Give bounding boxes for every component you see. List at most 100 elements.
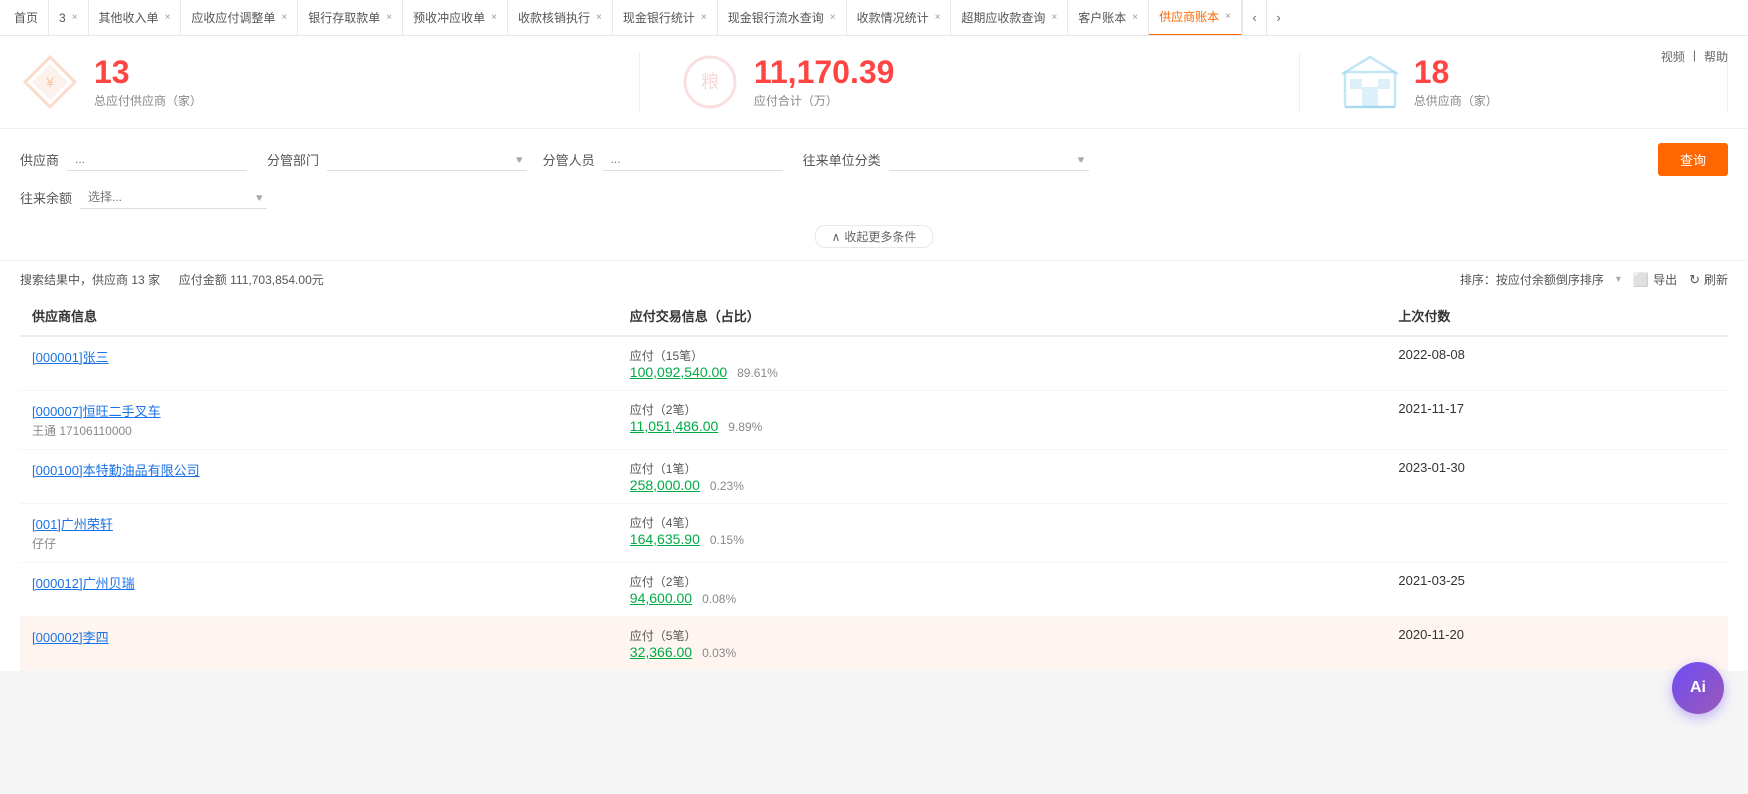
amount-prefix: [163, 273, 175, 287]
close-icon[interactable]: ×: [935, 12, 941, 23]
filter-item-supplier: 供应商: [20, 148, 247, 171]
close-icon[interactable]: ×: [72, 12, 78, 23]
help-link[interactable]: 帮助: [1704, 48, 1728, 65]
supplier-link-3[interactable]: [001]广州荣轩: [32, 517, 113, 532]
supplier-link-4[interactable]: [000012]广州贝瑞: [32, 576, 135, 591]
cell-supplier-2: [000100]本特勤油品有限公司: [20, 450, 618, 504]
amount-link-5[interactable]: 32,366.00: [630, 644, 692, 660]
col-last-pay: 上次付数: [1386, 296, 1728, 336]
ai-fab-label: Ai: [1690, 679, 1706, 697]
nav-tab-customer-ledger[interactable]: 客户账本 ×: [1068, 0, 1149, 36]
close-icon[interactable]: ×: [281, 12, 287, 23]
table-row: [001]广州荣轩仔仔应付（4笔）164,635.900.15%: [20, 504, 1728, 563]
result-info: 搜索结果中，供应商 13 家 应付金额 111,703,854.00元: [20, 271, 324, 288]
amount-link-0[interactable]: 100,092,540.00: [630, 364, 727, 380]
nav-tab-overdue-ar[interactable]: 超期应收款查询 ×: [951, 0, 1068, 36]
nav-tab-3[interactable]: 3 ×: [49, 0, 89, 36]
svg-text:¥: ¥: [45, 74, 54, 90]
close-icon[interactable]: ×: [165, 12, 171, 23]
cell-supplier-0: [000001]张三: [20, 336, 618, 391]
cell-last-pay-2: 2023-01-30: [1386, 450, 1728, 504]
cell-tx-0: 应付（15笔）100,092,540.0089.61%: [618, 336, 1387, 391]
supplier-input[interactable]: [67, 148, 247, 171]
supplier-link-5[interactable]: [000002]李四: [32, 630, 109, 645]
collapse-bar: ∧ 收起更多条件: [20, 219, 1728, 250]
nav-tab-supplier-ledger[interactable]: 供应商账本 ×: [1149, 0, 1242, 36]
collapse-button[interactable]: ∧ 收起更多条件: [815, 225, 934, 248]
supplier-link-1[interactable]: [000007]恒旺二手叉车: [32, 404, 161, 419]
nav-tab-bank-deposit[interactable]: 银行存取款单 ×: [298, 0, 403, 36]
ai-fab-button[interactable]: Ai: [1672, 662, 1724, 714]
tx-label-5: 应付（5笔）: [630, 627, 1375, 644]
cell-supplier-4: [000012]广州贝瑞: [20, 563, 618, 617]
nav-tab-collection-verify-label: 收款核销执行: [518, 9, 590, 26]
refresh-icon: ↻: [1689, 272, 1700, 288]
refresh-button[interactable]: ↻ 刷新: [1689, 271, 1728, 288]
nav-tab-prepay-ar[interactable]: 预收冲应收单 ×: [403, 0, 508, 36]
person-filter-label: 分管人员: [543, 150, 595, 169]
stat-card-amount: 粮 11,170.39 应付合计（万）: [640, 52, 1300, 112]
nav-tab-home[interactable]: 首页: [4, 0, 49, 36]
dept-select[interactable]: [327, 148, 527, 171]
balance-select[interactable]: [80, 186, 267, 209]
close-icon[interactable]: ×: [701, 12, 707, 23]
nav-tab-cash-bank-flow[interactable]: 现金银行流水查询 ×: [718, 0, 847, 36]
balance-select-wrap: [80, 186, 267, 209]
stat-number-total-suppliers: 18: [1414, 56, 1498, 88]
amount-link-2[interactable]: 258,000.00: [630, 477, 700, 493]
query-button[interactable]: 查询: [1658, 143, 1728, 176]
supplier-filter-label: 供应商: [20, 150, 59, 169]
supplier-link-0[interactable]: [000001]张三: [32, 350, 109, 365]
nav-tab-collection-verify[interactable]: 收款核销执行 ×: [508, 0, 613, 36]
top-nav: 首页 3 × 其他收入单 × 应收应付调整单 × 银行存取款单 × 预收冲应收单…: [0, 0, 1748, 36]
supplier-sub-1: 王通 17106110000: [32, 422, 606, 439]
nav-tab-cash-bank-stat[interactable]: 现金银行统计 ×: [613, 0, 718, 36]
close-icon[interactable]: ×: [1132, 12, 1138, 23]
stat-info-amount: 11,170.39 应付合计（万）: [754, 56, 895, 109]
close-icon[interactable]: ×: [1225, 11, 1231, 22]
close-icon[interactable]: ×: [491, 12, 497, 23]
nav-tab-collection-stat[interactable]: 收款情况统计 ×: [847, 0, 952, 36]
percent-5: 0.03%: [702, 646, 736, 660]
nav-tab-customer-ledger-label: 客户账本: [1078, 9, 1126, 26]
nav-tab-bank-deposit-label: 银行存取款单: [308, 9, 380, 26]
table-row: [000007]恒旺二手叉车王通 17106110000 应付（2笔）11,051…: [20, 391, 1728, 450]
col-supplier-info: 供应商信息: [20, 296, 618, 336]
supplier-link-2[interactable]: [000100]本特勤油品有限公司: [32, 463, 200, 478]
tx-label-1: 应付（2笔）: [630, 401, 1375, 418]
collapse-button-label: 收起更多条件: [844, 228, 916, 245]
nav-tab-ar-ap-adjust[interactable]: 应收应付调整单 ×: [181, 0, 298, 36]
amount-link-4[interactable]: 94,600.00: [630, 590, 692, 606]
filter-item-person: 分管人员: [543, 148, 783, 171]
close-icon[interactable]: ×: [830, 12, 836, 23]
stats-row: ¥ 13 总应付供应商（家） 粮 11,170.39 应付合计（万） 18 总供…: [0, 36, 1748, 129]
close-icon[interactable]: ×: [1051, 12, 1057, 23]
video-link[interactable]: 视频: [1661, 48, 1685, 65]
result-count: 13: [131, 273, 144, 287]
nav-next-arrow[interactable]: ›: [1266, 0, 1290, 36]
cell-supplier-1: [000007]恒旺二手叉车王通 17106110000: [20, 391, 618, 450]
amount-link-1[interactable]: 11,051,486.00: [630, 418, 719, 434]
nav-tab-other-income[interactable]: 其他收入单 ×: [89, 0, 182, 36]
stat-number-suppliers: 13: [94, 56, 202, 88]
percent-2: 0.23%: [710, 479, 744, 493]
nav-tab-ar-ap-adjust-label: 应收应付调整单: [191, 9, 275, 26]
amount-link-3[interactable]: 164,635.90: [630, 531, 700, 547]
close-icon[interactable]: ×: [386, 12, 392, 23]
export-button[interactable]: ⬜ 导出: [1633, 271, 1677, 288]
amount-value: 111,703,854.00元: [230, 273, 324, 287]
person-input[interactable]: [603, 148, 783, 171]
category-select[interactable]: [889, 148, 1089, 171]
cell-supplier-3: [001]广州荣轩仔仔: [20, 504, 618, 563]
percent-4: 0.08%: [702, 592, 736, 606]
stat-label-total-suppliers: 总供应商（家）: [1414, 92, 1498, 109]
nav-prev-arrow[interactable]: ‹: [1242, 0, 1266, 36]
close-icon[interactable]: ×: [596, 12, 602, 23]
filter-item-dept: 分管部门 ▾: [267, 148, 523, 171]
nav-tab-home-label: 首页: [14, 9, 38, 26]
stat-info-suppliers: 13 总应付供应商（家）: [94, 56, 202, 109]
export-label: 导出: [1653, 271, 1677, 288]
data-table: 供应商信息 应付交易信息（占比） 上次付数 [000001]张三应付（15笔）1…: [20, 296, 1728, 671]
cell-supplier-5: [000002]李四: [20, 617, 618, 671]
table-row: [000001]张三应付（15笔）100,092,540.0089.61%202…: [20, 336, 1728, 391]
